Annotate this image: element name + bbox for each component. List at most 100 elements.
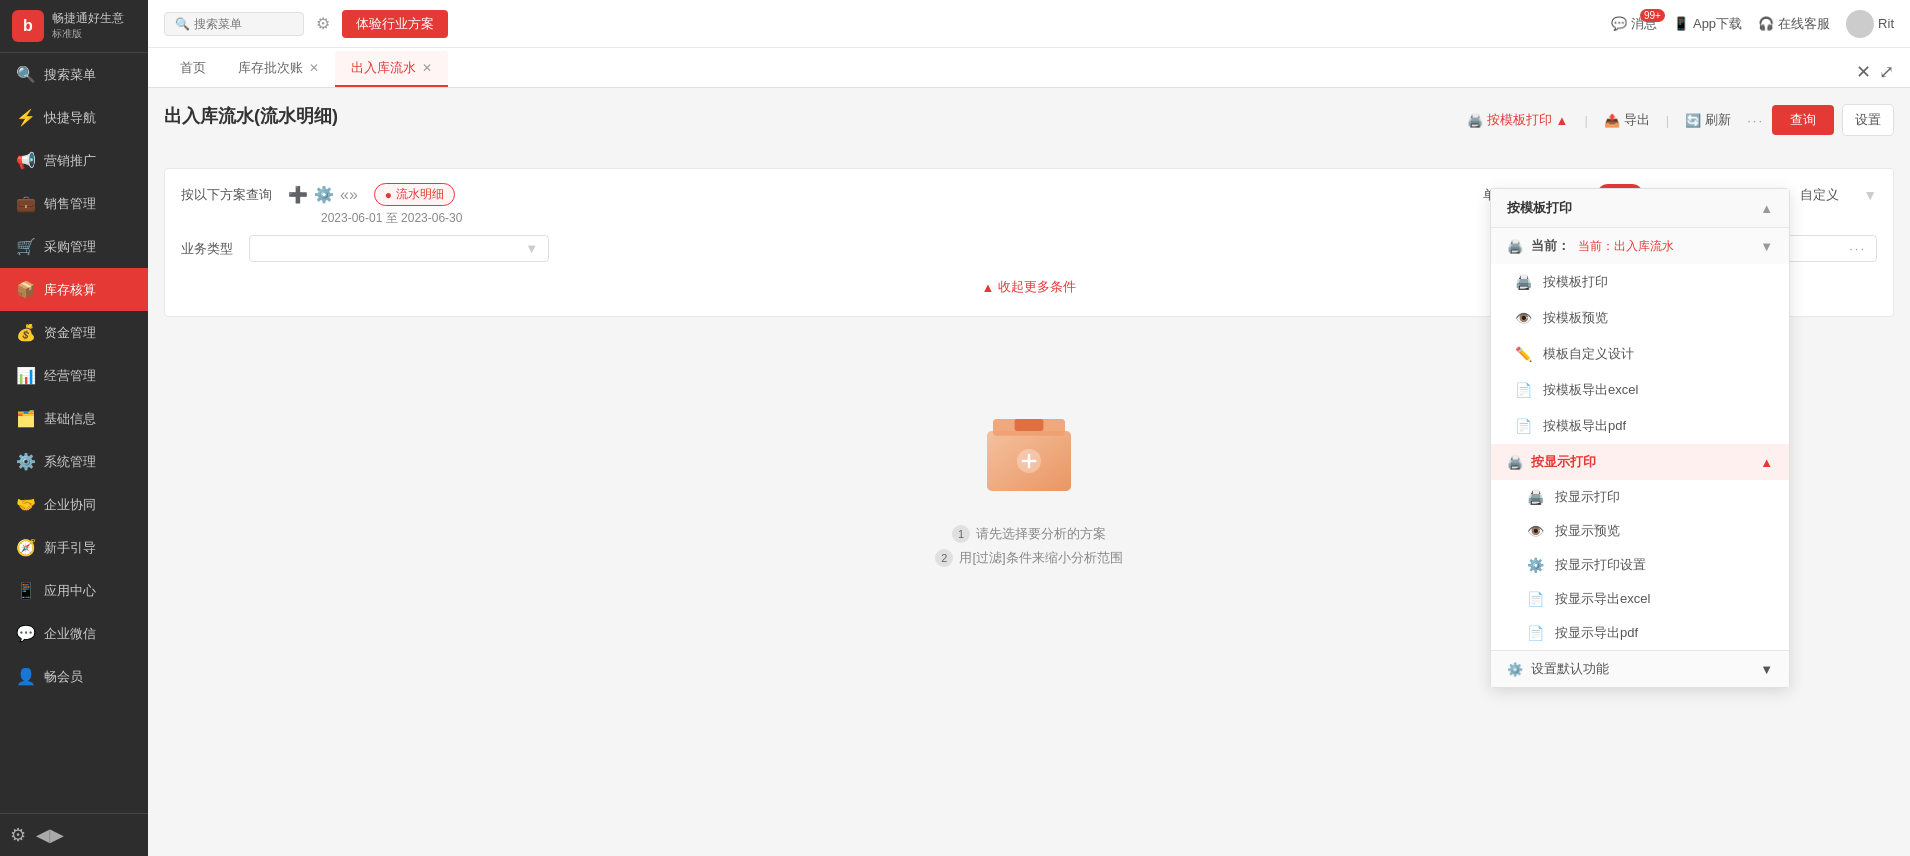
print-dropdown-panel: 按模板打印 ▲ 🖨️ 当前： 当前：出入库流水 ▼ xyxy=(1490,188,1790,688)
export-button[interactable]: 📤 导出 xyxy=(1596,107,1658,133)
empty-step-2: 2 用[过滤]条件来缩小分析范围 xyxy=(935,549,1122,567)
sidebar-item-coop[interactable]: 🤝 企业协同 xyxy=(0,483,148,526)
warehouse-more-icon[interactable]: ··· xyxy=(1849,241,1866,256)
display-section-icon: 🖨️ xyxy=(1507,455,1523,470)
expand-scheme-icon[interactable]: «» xyxy=(340,186,358,204)
display-print-icon: 🖨️ xyxy=(1527,489,1545,505)
sidebar-item-label-apps: 应用中心 xyxy=(44,582,96,600)
sidebar-item-label-operation: 经营管理 xyxy=(44,367,96,385)
settings-footer-icon: ⚙️ xyxy=(1507,662,1523,677)
app-badge: 标准版 xyxy=(52,27,124,41)
trial-button[interactable]: 体验行业方案 xyxy=(342,10,448,38)
footer-label: 设置默认功能 xyxy=(1531,660,1609,678)
template-print-label: 按模板打印 xyxy=(1543,273,1608,291)
collapse-icon[interactable]: ◀▶ xyxy=(36,824,64,846)
sidebar-item-quick-nav[interactable]: ⚡ 快捷导航 xyxy=(0,96,148,139)
filter-scheme-label: 按以下方案查询 xyxy=(181,186,272,204)
printer-icon: 🖨️ xyxy=(1467,113,1483,128)
dropdown-display-item-display-export-excel[interactable]: 📄 按显示导出excel xyxy=(1491,582,1789,616)
display-export-pdf-icon: 📄 xyxy=(1527,625,1545,641)
biz-type-select[interactable]: ▼ xyxy=(249,235,549,262)
sidebar-item-sales[interactable]: 💼 销售管理 xyxy=(0,182,148,225)
template-preview-label: 按模板预览 xyxy=(1543,309,1608,327)
tag-label: 流水明细 xyxy=(396,186,444,203)
template-customize-label: 模板自定义设计 xyxy=(1543,345,1634,363)
date-btn-custom[interactable]: 自定义 xyxy=(1792,184,1847,206)
user-name: Rit xyxy=(1878,16,1894,31)
tab-flow[interactable]: 出入库流水✕ xyxy=(335,51,448,87)
sidebar-item-member[interactable]: 👤 畅会员 xyxy=(0,655,148,698)
member-icon: 👤 xyxy=(16,667,36,686)
sidebar-item-system[interactable]: ⚙️ 系统管理 xyxy=(0,440,148,483)
message-item[interactable]: 💬 消息 99+ xyxy=(1611,15,1657,33)
dropdown-display-item-display-export-pdf[interactable]: 📄 按显示导出pdf xyxy=(1491,616,1789,650)
edit-scheme-icon[interactable]: ⚙️ xyxy=(314,185,334,204)
tab-label-home: 首页 xyxy=(180,59,206,77)
finance-icon: 💰 xyxy=(16,323,36,342)
query-button[interactable]: 查询 xyxy=(1772,105,1834,135)
dropdown-item-template-export-excel[interactable]: 📄 按模板导出excel xyxy=(1491,372,1789,408)
sidebar-item-wechat[interactable]: 💬 企业微信 xyxy=(0,612,148,655)
page-toolbar: 🖨️ 按模板打印 ▲ | 📤 导出 | 🔄 刷新 ··· 查询 设置 xyxy=(1459,104,1895,136)
tab-maximize-button[interactable]: ⤢ xyxy=(1879,61,1894,83)
settings-icon[interactable]: ⚙ xyxy=(10,824,26,846)
dropdown-footer[interactable]: ⚙️ 设置默认功能 ▼ xyxy=(1491,650,1789,687)
settings-button[interactable]: 设置 xyxy=(1842,104,1894,136)
sidebar-item-finance[interactable]: 💰 资金管理 xyxy=(0,311,148,354)
tab-home[interactable]: 首页 xyxy=(164,51,222,87)
template-export-pdf-label: 按模板导出pdf xyxy=(1543,417,1626,435)
display-export-pdf-label: 按显示导出pdf xyxy=(1555,624,1638,642)
headset-icon: 🎧 xyxy=(1758,16,1774,31)
main-content: 🔍 ⚙ 体验行业方案 💬 消息 99+ 📱 App下载 🎧 在线客服 xyxy=(148,0,1910,856)
date-range-text: 2023-06-01 至 2023-06-30 xyxy=(321,211,462,225)
sidebar-item-search[interactable]: 🔍 搜索菜单 xyxy=(0,53,148,96)
gear-icon[interactable]: ⚙ xyxy=(316,14,330,33)
dropdown-item-template-export-pdf[interactable]: 📄 按模板导出pdf xyxy=(1491,408,1789,444)
header-search-box[interactable]: 🔍 xyxy=(164,12,304,36)
sidebar-item-label-sales: 销售管理 xyxy=(44,195,96,213)
sidebar-item-basic[interactable]: 🗂️ 基础信息 xyxy=(0,397,148,440)
dropdown-display-item-display-print-settings[interactable]: ⚙️ 按显示打印设置 xyxy=(1491,548,1789,582)
sidebar-item-label-guide: 新手引导 xyxy=(44,539,96,557)
filter-tag[interactable]: ● 流水明细 xyxy=(374,183,455,206)
search-input[interactable] xyxy=(194,17,294,31)
chevron-up-icon: ▲ xyxy=(1556,113,1569,128)
current-section-icon: 🖨️ xyxy=(1507,239,1523,254)
tab-close-flow[interactable]: ✕ xyxy=(422,61,432,75)
tabs-actions: ✕ ⤢ xyxy=(1856,61,1894,87)
add-scheme-icon[interactable]: ➕ xyxy=(288,185,308,204)
dropdown-item-template-customize[interactable]: ✏️ 模板自定义设计 xyxy=(1491,336,1789,372)
current-section-label: 当前： xyxy=(1531,237,1570,255)
page-content: 出入库流水(流水明细) 🖨️ 按模板打印 ▲ | 📤 导出 | 🔄 刷新 xyxy=(148,88,1910,856)
sidebar-item-operation[interactable]: 📊 经营管理 xyxy=(0,354,148,397)
phone-icon: 📱 xyxy=(1673,16,1689,31)
dropdown-item-template-preview[interactable]: 👁️ 按模板预览 xyxy=(1491,300,1789,336)
search-icon: 🔍 xyxy=(175,17,190,31)
toolbar-divider-1: | xyxy=(1584,113,1587,128)
print-template-button[interactable]: 🖨️ 按模板打印 ▲ xyxy=(1459,107,1577,133)
dropdown-item-template-print[interactable]: 🖨️ 按模板打印 xyxy=(1491,264,1789,300)
tab-close-all-button[interactable]: ✕ xyxy=(1856,61,1871,83)
online-service-item[interactable]: 🎧 在线客服 xyxy=(1758,15,1830,33)
dropdown-display-item-display-preview[interactable]: 👁️ 按显示预览 xyxy=(1491,514,1789,548)
chevron-down-biz-icon: ▼ xyxy=(525,241,538,256)
more-options[interactable]: ··· xyxy=(1747,113,1764,128)
toolbar-divider-2: | xyxy=(1666,113,1669,128)
dropdown-display-section[interactable]: 🖨️ 按显示打印 ▲ xyxy=(1491,444,1789,480)
tab-batch[interactable]: 库存批次账✕ xyxy=(222,51,335,87)
sidebar-item-purchase[interactable]: 🛒 采购管理 xyxy=(0,225,148,268)
sidebar-item-apps[interactable]: 📱 应用中心 xyxy=(0,569,148,612)
refresh-button[interactable]: 🔄 刷新 xyxy=(1677,107,1739,133)
sales-icon: 💼 xyxy=(16,194,36,213)
dropdown-current-section[interactable]: 🖨️ 当前： 当前：出入库流水 ▼ xyxy=(1491,228,1789,264)
empty-state-illustration xyxy=(969,389,1089,509)
template-preview-icon: 👁️ xyxy=(1515,310,1533,326)
tab-close-batch[interactable]: ✕ xyxy=(309,61,319,75)
sidebar-item-guide[interactable]: 🧭 新手引导 xyxy=(0,526,148,569)
chevron-up-dropdown-icon[interactable]: ▲ xyxy=(1760,201,1773,216)
dropdown-display-item-display-print[interactable]: 🖨️ 按显示打印 xyxy=(1491,480,1789,514)
user-avatar-area[interactable]: Rit xyxy=(1846,10,1894,38)
app-download-item[interactable]: 📱 App下载 xyxy=(1673,15,1742,33)
sidebar-item-inventory[interactable]: 📦 库存核算 xyxy=(0,268,148,311)
sidebar-item-marketing[interactable]: 📢 营销推广 xyxy=(0,139,148,182)
